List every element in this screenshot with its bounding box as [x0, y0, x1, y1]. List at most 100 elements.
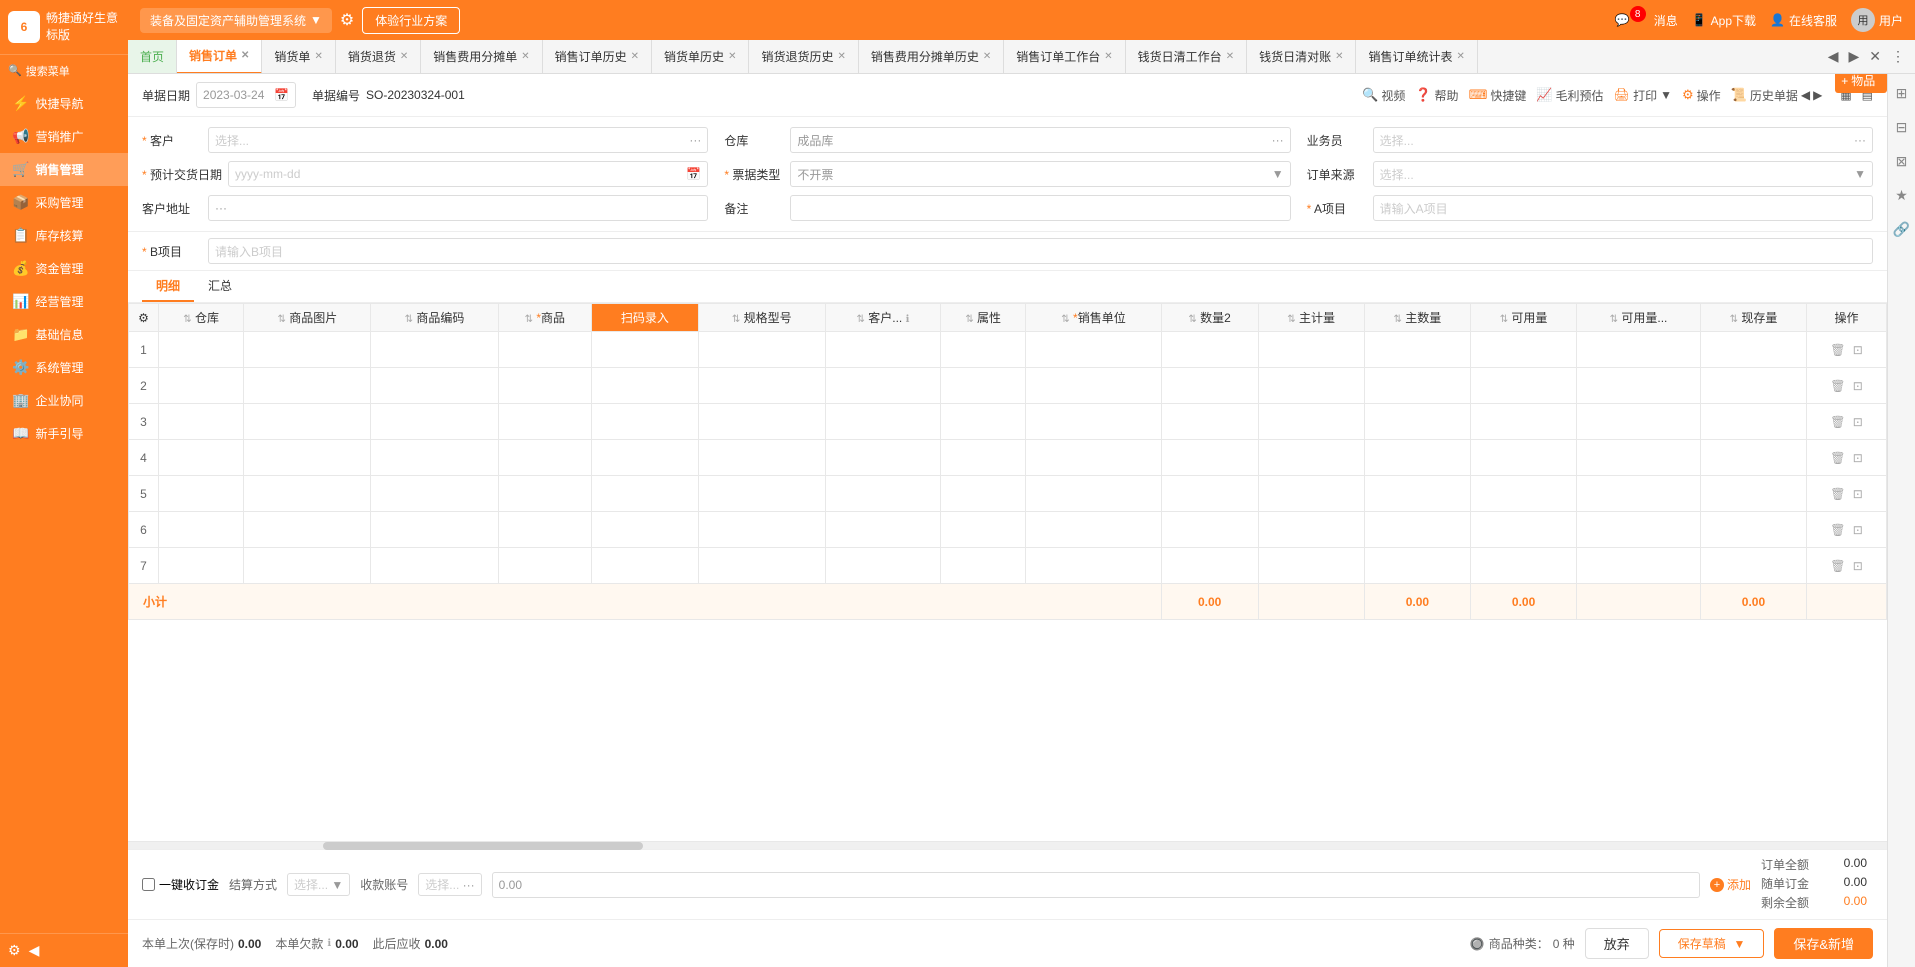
b-project-input[interactable]: 请输入B项目 [208, 238, 1873, 264]
sidebar-item-inventory[interactable]: 📋 库存核算 [0, 219, 128, 252]
row-main-qty[interactable] [1364, 368, 1470, 404]
row-product[interactable] [498, 548, 591, 584]
row-available2[interactable] [1577, 512, 1701, 548]
sidebar-item-enterprise[interactable]: 🏢 企业协同 [0, 384, 128, 417]
tab-close-icon[interactable]: ✕ [631, 51, 639, 62]
row-warehouse[interactable] [159, 404, 244, 440]
row-product[interactable] [498, 440, 591, 476]
row-spec[interactable] [698, 512, 825, 548]
sidebar-item-guide[interactable]: 📖 新手引导 [0, 417, 128, 450]
row-sales-unit[interactable] [1026, 368, 1161, 404]
row-main-qty[interactable] [1364, 476, 1470, 512]
app-selector[interactable]: 装备及固定资产辅助管理系统 ▼ [140, 8, 332, 33]
row-warehouse[interactable] [159, 332, 244, 368]
tab-sales-return[interactable]: 销货退货 ✕ [336, 40, 421, 74]
right-icon-1[interactable]: ⊞ [1891, 82, 1913, 104]
row-product-code[interactable] [371, 368, 498, 404]
tab-close-icon[interactable]: ✕ [241, 50, 249, 61]
row-scan-input[interactable] [592, 404, 699, 440]
horizontal-scrollbar[interactable] [128, 841, 1887, 849]
sidebar-item-purchase[interactable]: 📦 采购管理 [0, 186, 128, 219]
profit-btn[interactable]: 📈 毛利预估 [1536, 87, 1603, 104]
tab-next-icon[interactable]: ▶ [1844, 46, 1863, 67]
tab-home[interactable]: 首页 [128, 40, 177, 74]
row-sales-unit[interactable] [1026, 404, 1161, 440]
row-available2[interactable] [1577, 368, 1701, 404]
row-customer-code[interactable] [825, 512, 940, 548]
row-spec[interactable] [698, 332, 825, 368]
row-main-unit[interactable] [1258, 548, 1364, 584]
row-sales-unit[interactable] [1026, 512, 1161, 548]
sidebar-item-system[interactable]: ⚙️ 系统管理 [0, 351, 128, 384]
tab-close-icon[interactable]: ✕ [314, 51, 322, 62]
row-spec[interactable] [698, 440, 825, 476]
save-draft-button[interactable]: 保存草稿 ▼ [1659, 929, 1765, 958]
row-product-image[interactable] [244, 332, 371, 368]
row-sales-unit[interactable] [1026, 332, 1161, 368]
row-warehouse[interactable] [159, 440, 244, 476]
copy-icon[interactable]: ⊡ [1853, 451, 1863, 465]
row-scan-input[interactable] [592, 512, 699, 548]
print-dropdown-icon[interactable]: ▼ [1660, 88, 1672, 102]
row-stock[interactable] [1700, 548, 1806, 584]
row-scan-input[interactable] [592, 368, 699, 404]
tab-sales-order-history[interactable]: 销售订单历史 ✕ [543, 40, 652, 74]
row-product-code[interactable] [371, 548, 498, 584]
row-scan-input[interactable] [592, 440, 699, 476]
tab-daily-reconcile[interactable]: 钱货日清对账 ✕ [1247, 40, 1356, 74]
row-available2[interactable] [1577, 404, 1701, 440]
row-customer-code[interactable] [825, 368, 940, 404]
delete-icon[interactable]: 🗑 [1830, 523, 1845, 537]
tab-sales-order[interactable]: 销售订单 ✕ [177, 40, 262, 74]
row-main-unit[interactable] [1258, 404, 1364, 440]
row-available[interactable] [1470, 476, 1576, 512]
row-product-code[interactable] [371, 476, 498, 512]
delete-icon[interactable]: 🗑 [1830, 451, 1845, 465]
save-new-button[interactable]: 保存&新增 [1774, 928, 1873, 959]
settings-bottom-icon[interactable]: ⚙ [8, 942, 21, 959]
row-warehouse[interactable] [159, 512, 244, 548]
row-product-code[interactable] [371, 512, 498, 548]
row-product-image[interactable] [244, 512, 371, 548]
row-sales-unit[interactable] [1026, 440, 1161, 476]
history-btn[interactable]: 📜 历史单据 ◀ ▶ [1731, 87, 1823, 104]
tab-sales-note-history[interactable]: 销货单历史 ✕ [652, 40, 749, 74]
row-stock[interactable] [1700, 332, 1806, 368]
col-scan-input[interactable]: 扫码录入 [592, 304, 699, 332]
row-attribute[interactable] [941, 476, 1026, 512]
row-customer-code[interactable] [825, 404, 940, 440]
row-scan-input[interactable] [592, 332, 699, 368]
row-available[interactable] [1470, 404, 1576, 440]
row-product-code[interactable] [371, 440, 498, 476]
tab-close-icon[interactable]: ✕ [728, 51, 736, 62]
col-settings[interactable]: ⚙ [129, 304, 159, 332]
row-available[interactable] [1470, 332, 1576, 368]
row-product-code[interactable] [371, 404, 498, 440]
tab-close-icon[interactable]: ✕ [1226, 51, 1234, 62]
current-due-info-icon[interactable]: ℹ [327, 938, 331, 949]
tab-more-icon[interactable]: ⋮ [1887, 46, 1909, 67]
add-btn[interactable]: + 添加 [1710, 876, 1751, 893]
salesman-more-icon[interactable]: ··· [1854, 133, 1866, 147]
row-scan-input[interactable] [592, 476, 699, 512]
print-btn[interactable]: 🖨 打印 ▼ [1614, 87, 1672, 104]
history-next-icon[interactable]: ▶ [1813, 88, 1822, 102]
customer-input[interactable]: 选择... ··· [208, 127, 708, 153]
row-product-image[interactable] [244, 404, 371, 440]
tab-sales-note[interactable]: 销货单 ✕ [262, 40, 335, 74]
salesman-input[interactable]: 选择... ··· [1373, 127, 1873, 153]
sidebar-item-quick-nav[interactable]: ⚡ 快捷导航 [0, 87, 128, 120]
row-qty2[interactable] [1161, 476, 1258, 512]
delivery-date-input[interactable]: yyyy-mm-dd 📅 [228, 161, 708, 187]
row-warehouse[interactable] [159, 368, 244, 404]
row-stock[interactable] [1700, 512, 1806, 548]
row-available2[interactable] [1577, 332, 1701, 368]
row-qty2[interactable] [1161, 404, 1258, 440]
sidebar-item-operations[interactable]: 📊 经营管理 [0, 285, 128, 318]
inner-tab-summary[interactable]: 汇总 [194, 271, 246, 302]
row-attribute[interactable] [941, 512, 1026, 548]
delete-icon[interactable]: 🗑 [1830, 559, 1845, 573]
row-attribute[interactable] [941, 404, 1026, 440]
row-sales-unit[interactable] [1026, 548, 1161, 584]
row-product[interactable] [498, 476, 591, 512]
